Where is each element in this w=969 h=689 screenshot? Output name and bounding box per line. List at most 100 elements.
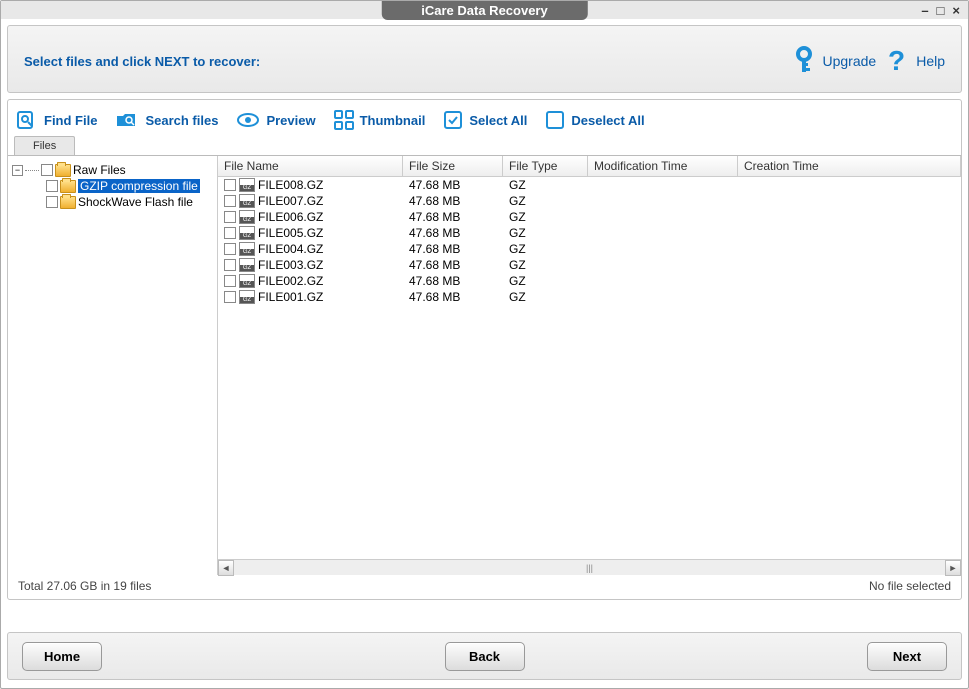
folder-icon [60,196,76,209]
title-bar: iCare Data Recovery – □ × [1,1,968,19]
checkbox[interactable] [46,180,58,192]
upgrade-label: Upgrade [823,53,877,69]
help-label: Help [916,53,945,69]
scroll-left-icon[interactable]: ◄ [218,560,234,576]
folder-icon [60,180,76,193]
file-row[interactable]: FILE001.GZ 47.68 MBGZ [218,289,961,305]
file-size: 47.68 MB [403,226,503,240]
file-type: GZ [503,178,588,192]
status-total: Total 27.06 GB in 19 files [18,579,151,593]
find-file-button[interactable]: Find File [16,110,97,130]
deselect-all-button[interactable]: Deselect All [545,110,644,130]
header-bar: Select files and click NEXT to recover: … [7,25,962,93]
preview-label: Preview [266,113,315,128]
horizontal-scrollbar[interactable]: ◄ ||| ► [218,559,961,575]
tree-root-row[interactable]: − Raw Files [12,162,213,178]
file-name: FILE008.GZ [258,178,323,192]
file-size: 47.68 MB [403,258,503,272]
file-name: FILE006.GZ [258,210,323,224]
tree-root-label: Raw Files [73,163,126,177]
next-button[interactable]: Next [867,642,947,671]
checkbox[interactable] [224,259,236,271]
file-rows[interactable]: FILE008.GZ47.68 MBGZFILE007.GZ47.68 MBGZ… [218,177,961,559]
question-icon: ? [884,46,910,76]
search-files-button[interactable]: Search files [115,110,218,130]
file-row[interactable]: FILE007.GZ47.68 MBGZ [218,193,961,209]
upgrade-button[interactable]: Upgrade [791,46,877,76]
file-name: FILE003.GZ [258,258,323,272]
file-type: GZ [503,226,588,240]
main-panel: Find File Search files Preview Thumbnail… [7,99,962,600]
file-row[interactable]: FILE004.GZ47.68 MBGZ [218,241,961,257]
col-file-type[interactable]: File Type [503,156,588,176]
toolbar: Find File Search files Preview Thumbnail… [8,110,961,136]
file-type: GZ [503,258,588,272]
checkbox[interactable] [224,291,236,303]
eye-icon [236,110,260,130]
file-row[interactable]: FILE005.GZ47.68 MBGZ [218,225,961,241]
file-name: FILE004.GZ [258,242,323,256]
file-name: FILE002.GZ [258,274,323,288]
checkbox[interactable] [224,275,236,287]
close-icon[interactable]: × [952,3,960,18]
checkbox[interactable] [224,227,236,239]
file-size: 47.68 MB [403,274,503,288]
preview-button[interactable]: Preview [236,110,315,130]
folder-tree[interactable]: − Raw Files GZIP compression file ShockWa… [8,156,218,575]
find-icon [16,110,38,130]
gz-file-icon [239,290,255,304]
tree-child-row[interactable]: GZIP compression file [12,178,213,194]
checkbox[interactable] [41,164,53,176]
checkbox[interactable] [224,195,236,207]
help-button[interactable]: ? Help [884,46,945,76]
home-button[interactable]: Home [22,642,102,671]
col-creation-time[interactable]: Creation Time [738,156,961,176]
column-headers[interactable]: File Name File Size File Type Modificati… [218,156,961,177]
select-all-button[interactable]: Select All [443,110,527,130]
gz-file-icon [239,178,255,192]
file-type: GZ [503,290,588,304]
thumbnail-button[interactable]: Thumbnail [334,110,426,130]
file-type: GZ [503,242,588,256]
tree-child-row[interactable]: ShockWave Flash file [12,194,213,210]
file-row[interactable]: FILE006.GZ 47.68 MBGZ [218,209,961,225]
back-button[interactable]: Back [445,642,525,671]
file-type: GZ [503,210,588,224]
gz-file-icon [239,274,255,288]
tree-child-label: ShockWave Flash file [78,195,193,209]
file-row[interactable]: FILE002.GZ 47.68 MBGZ [218,273,961,289]
tree-child-label: GZIP compression file [78,179,200,193]
file-size: 47.68 MB [403,290,503,304]
search-folder-icon [115,110,139,130]
tab-files[interactable]: Files [14,136,75,155]
col-file-size[interactable]: File Size [403,156,503,176]
gz-file-icon [239,258,255,272]
checkbox[interactable] [224,211,236,223]
maximize-icon[interactable]: □ [937,3,945,18]
footer-bar: Home Back Next [7,632,962,680]
deselect-all-label: Deselect All [571,113,644,128]
scroll-track[interactable]: ||| [234,560,945,576]
minimize-icon[interactable]: – [921,3,928,18]
file-row[interactable]: FILE008.GZ47.68 MBGZ [218,177,961,193]
file-name: FILE001.GZ [258,290,323,304]
status-selection: No file selected [869,579,951,593]
instruction-text: Select files and click NEXT to recover: [24,54,260,69]
file-size: 47.68 MB [403,210,503,224]
svg-text:?: ? [888,46,905,76]
checkbox[interactable] [224,179,236,191]
thumbnail-label: Thumbnail [360,113,426,128]
checkbox[interactable] [224,243,236,255]
gz-file-icon [239,226,255,240]
file-row[interactable]: FILE003.GZ 47.68 MBGZ [218,257,961,273]
file-size: 47.68 MB [403,194,503,208]
col-file-name[interactable]: File Name [218,156,403,176]
collapse-icon[interactable]: − [12,165,23,176]
status-bar: Total 27.06 GB in 19 files No file selec… [8,575,961,599]
scroll-right-icon[interactable]: ► [945,560,961,576]
checkbox[interactable] [46,196,58,208]
file-type: GZ [503,274,588,288]
gz-file-icon [239,210,255,224]
gz-file-icon [239,194,255,208]
col-mod-time[interactable]: Modification Time [588,156,738,176]
